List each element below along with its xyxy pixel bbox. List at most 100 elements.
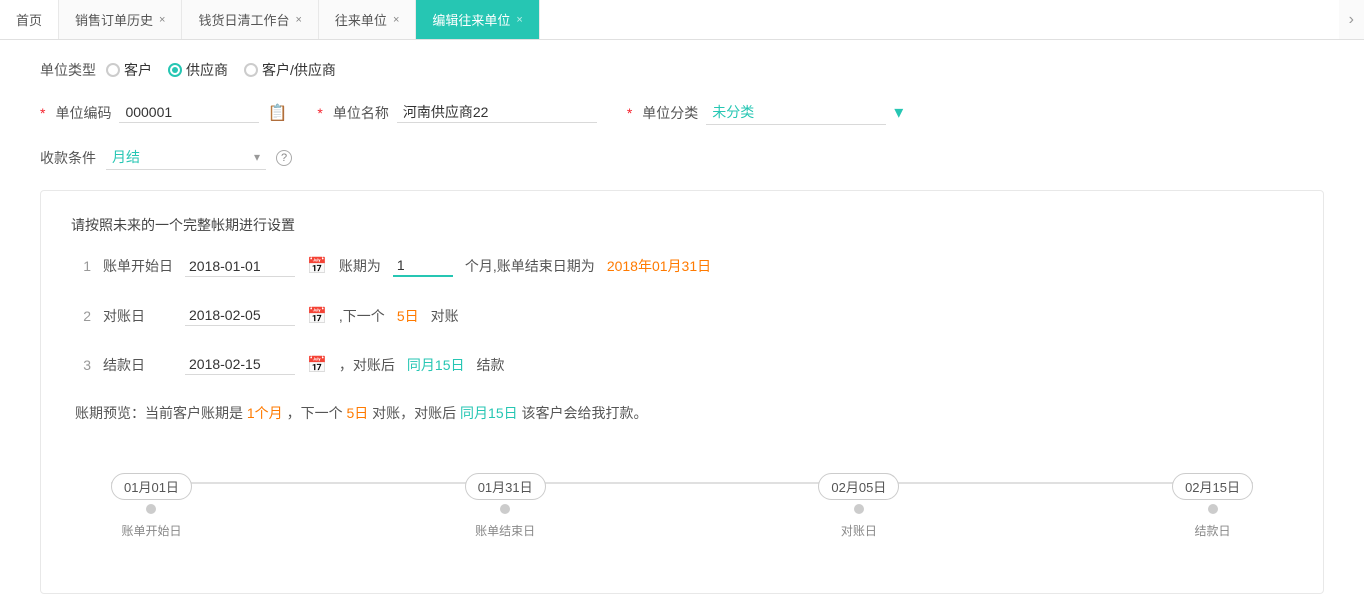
unit-code-field: * 单位编码 📋 xyxy=(40,102,287,123)
unit-code-required: * xyxy=(40,105,45,121)
main-content: 单位类型 客户 供应商 客户/供应商 * 单位编码 📋 * 单位名称 xyxy=(0,40,1364,614)
preview-highlight1: 1个月 xyxy=(247,405,283,421)
unit-code-icon[interactable]: 📋 xyxy=(267,103,287,123)
preview-text: 账期预览：当前客户账期是 1个月 ，下一个 5日 对账，对账后 同月15日 该客… xyxy=(71,403,1293,423)
unit-code-label: 单位编码 xyxy=(55,103,111,123)
payment-date-input[interactable] xyxy=(185,354,295,375)
tab-daily-clear-close[interactable]: × xyxy=(295,14,301,26)
timeline-label-2: 对账日 xyxy=(841,522,877,539)
row-1-number: 1 xyxy=(71,258,91,274)
unit-type-row: 单位类型 客户 供应商 客户/供应商 xyxy=(40,60,1324,80)
tab-more-arrow[interactable]: › xyxy=(1339,0,1364,39)
row-3-label: 结款日 xyxy=(103,355,173,375)
bill-start-calendar-icon[interactable]: 📅 xyxy=(307,256,327,276)
unit-category-select[interactable]: 未分类 xyxy=(706,100,886,125)
tab-partners[interactable]: 往来单位 × xyxy=(319,0,416,39)
timeline-label-3: 结款日 xyxy=(1195,522,1231,539)
tab-edit-partner-close[interactable]: × xyxy=(516,14,522,26)
bill-end-date-highlight: 2018年01月31日 xyxy=(607,256,711,276)
radio-supplier-circle xyxy=(168,63,182,77)
timeline-badge-0: 01月01日 xyxy=(111,473,192,500)
reconcile-suffix: 对账 xyxy=(431,306,459,326)
bill-start-suffix: 个月,账单结束日期为 xyxy=(465,256,595,276)
preview-highlight3: 同月15日 xyxy=(460,405,518,421)
radio-supplier-label: 供应商 xyxy=(186,60,228,80)
radio-both-circle xyxy=(244,63,258,77)
payment-terms-value: 月结 xyxy=(112,147,250,167)
bill-start-row: 1 账单开始日 📅 账期为 个月,账单结束日期为 2018年01月31日 xyxy=(71,255,1293,277)
unit-category-dropdown-arrow[interactable]: ▾ xyxy=(894,102,903,123)
payment-day-highlight: 同月15日 xyxy=(407,355,465,375)
timeline-badge-1: 01月31日 xyxy=(465,473,546,500)
payment-terms-row: 收款条件 月结 ▾ ? xyxy=(40,145,1324,170)
preview-middle2: 对账，对账后 xyxy=(372,405,456,421)
tab-home[interactable]: 首页 xyxy=(0,0,59,39)
timeline: 01月01日 账单开始日 01月31日 账单结束日 02月05日 对账日 xyxy=(71,453,1293,569)
payment-row: 3 结款日 📅 ，对账后 同月15日 结款 xyxy=(71,354,1293,375)
tab-edit-partner[interactable]: 编辑往来单位 × xyxy=(416,0,539,39)
reconcile-date-input[interactable] xyxy=(185,305,295,326)
card-instruction: 请按照未来的一个完整帐期进行设置 xyxy=(71,215,1293,235)
payment-prefix: ，对账后 xyxy=(339,355,395,375)
radio-customer-circle xyxy=(106,63,120,77)
reconcile-day-highlight: 5日 xyxy=(397,306,419,326)
row-2-label: 对账日 xyxy=(103,306,173,326)
radio-both[interactable]: 客户/供应商 xyxy=(244,60,336,80)
unit-name-field: * 单位名称 xyxy=(317,102,596,123)
payment-terms-help-icon[interactable]: ? xyxy=(276,150,292,166)
timeline-point-0: 01月01日 账单开始日 xyxy=(111,473,192,539)
reconcile-prefix: ,下一个 xyxy=(339,306,385,326)
timeline-label-0: 账单开始日 xyxy=(121,522,181,539)
reconcile-calendar-icon[interactable]: 📅 xyxy=(307,306,327,326)
tab-partners-label: 往来单位 xyxy=(335,10,387,29)
preview-highlight2: 5日 xyxy=(346,405,368,421)
timeline-badge-2: 02月05日 xyxy=(818,473,899,500)
unit-category-label: 单位分类 xyxy=(642,103,698,123)
timeline-point-2: 02月05日 对账日 xyxy=(818,473,899,539)
tab-sales-history-label: 销售订单历史 xyxy=(75,10,153,29)
payment-terms-select[interactable]: 月结 ▾ xyxy=(106,145,266,170)
period-input[interactable] xyxy=(393,255,453,277)
bill-start-middle-text: 账期为 xyxy=(339,256,381,276)
tab-sales-history[interactable]: 销售订单历史 × xyxy=(59,0,182,39)
tab-daily-clear-label: 钱货日清工作台 xyxy=(198,10,289,29)
unit-type-radio-group: 客户 供应商 客户/供应商 xyxy=(106,60,336,80)
unit-code-input[interactable] xyxy=(119,102,259,123)
row-1-label: 账单开始日 xyxy=(103,256,173,276)
payment-terms-label: 收款条件 xyxy=(40,148,96,168)
unit-category-field: * 单位分类 未分类 ▾ xyxy=(627,100,904,125)
radio-supplier[interactable]: 供应商 xyxy=(168,60,228,80)
row-2-number: 2 xyxy=(71,308,91,324)
tab-daily-clear[interactable]: 钱货日清工作台 × xyxy=(182,0,318,39)
unit-type-label: 单位类型 xyxy=(40,60,96,80)
row-3-number: 3 xyxy=(71,357,91,373)
settings-card: 请按照未来的一个完整帐期进行设置 1 账单开始日 📅 账期为 个月,账单结束日期… xyxy=(40,190,1324,594)
unit-info-row: * 单位编码 📋 * 单位名称 * 单位分类 未分类 ▾ xyxy=(40,100,1324,125)
tab-edit-partner-label: 编辑往来单位 xyxy=(432,10,510,29)
radio-both-label: 客户/供应商 xyxy=(262,60,336,80)
preview-suffix: 该客户会给我打款。 xyxy=(522,405,648,421)
tab-partners-close[interactable]: × xyxy=(393,14,399,26)
radio-customer[interactable]: 客户 xyxy=(106,60,152,80)
unit-name-required: * xyxy=(317,105,322,121)
preview-prefix: 账期预览：当前客户账期是 xyxy=(75,405,243,421)
unit-name-label: 单位名称 xyxy=(333,103,389,123)
payment-calendar-icon[interactable]: 📅 xyxy=(307,355,327,375)
preview-middle1: ，下一个 xyxy=(287,405,343,421)
unit-category-required: * xyxy=(627,105,632,121)
timeline-points: 01月01日 账单开始日 01月31日 账单结束日 02月05日 对账日 xyxy=(71,473,1293,539)
timeline-point-3: 02月15日 结款日 xyxy=(1172,473,1253,539)
payment-suffix: 结款 xyxy=(477,355,505,375)
timeline-label-1: 账单结束日 xyxy=(475,522,535,539)
timeline-point-1: 01月31日 账单结束日 xyxy=(465,473,546,539)
reconcile-row: 2 对账日 📅 ,下一个 5日 对账 xyxy=(71,305,1293,326)
radio-customer-label: 客户 xyxy=(124,60,152,80)
tabs-bar: 首页 销售订单历史 × 钱货日清工作台 × 往来单位 × 编辑往来单位 × › xyxy=(0,0,1364,40)
payment-terms-arrow: ▾ xyxy=(254,150,260,164)
unit-name-input[interactable] xyxy=(397,102,597,123)
tab-home-label: 首页 xyxy=(16,10,42,29)
unit-category-value: 未分类 xyxy=(712,102,880,122)
tab-sales-history-close[interactable]: × xyxy=(159,14,165,26)
timeline-badge-3: 02月15日 xyxy=(1172,473,1253,500)
bill-start-date-input[interactable] xyxy=(185,256,295,277)
